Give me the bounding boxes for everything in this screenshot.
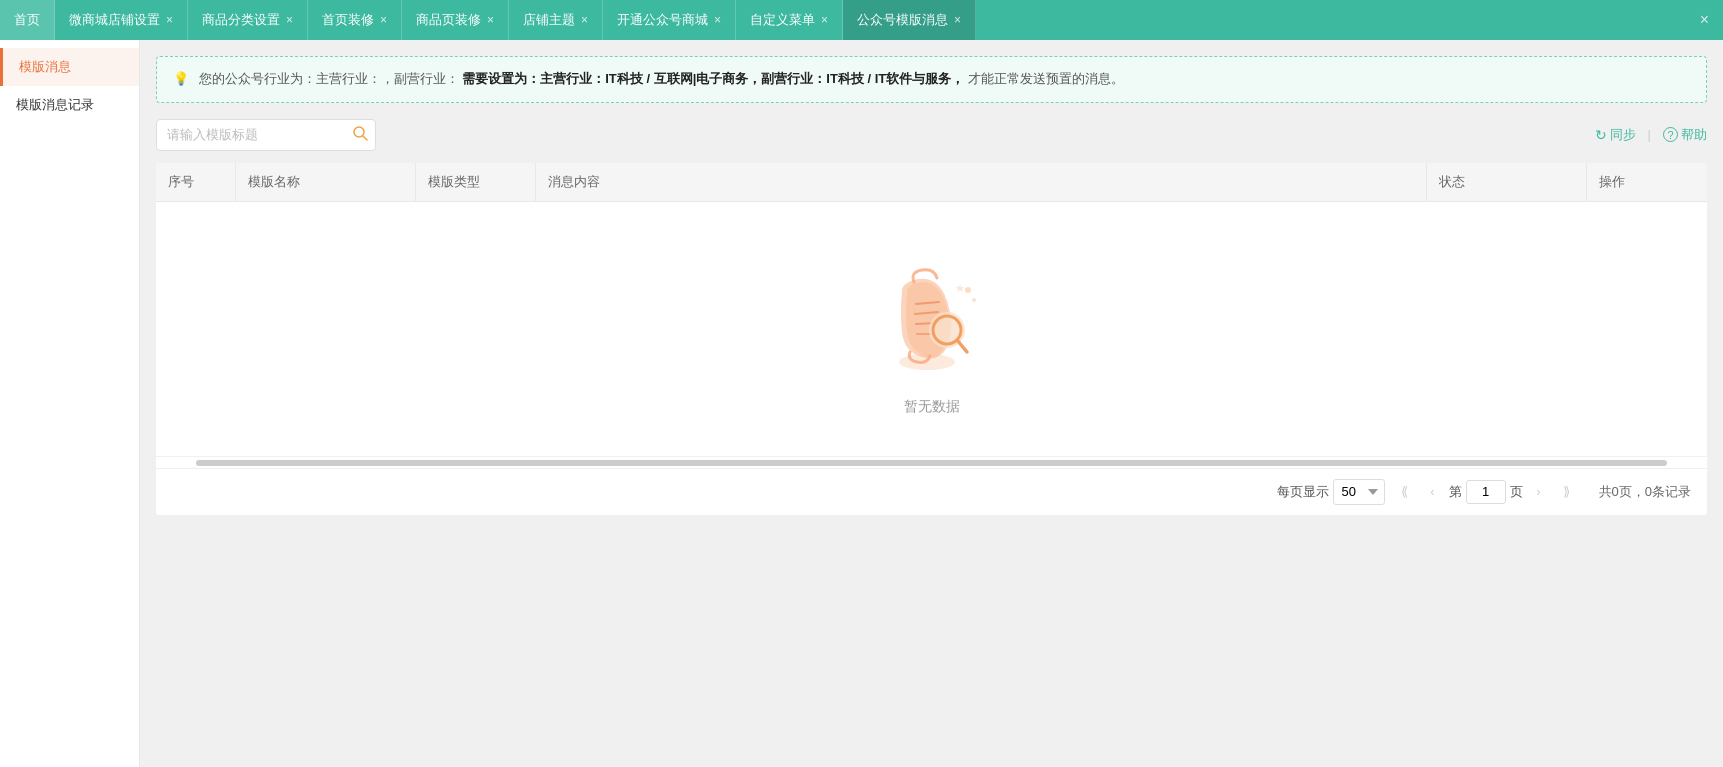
col-header-name: 模版名称 [236,163,416,201]
svg-line-1 [363,136,367,140]
main-layout: 模版消息 模版消息记录 💡 您的公众号行业为：主营行业：，副营行业： 需要设置为… [0,40,1723,767]
empty-state: 暂无数据 [156,202,1707,456]
search-icon[interactable] [353,126,368,144]
nav-tab-open-mall[interactable]: 开通公众号商城 × [603,0,736,40]
nav-tab-custom-menu[interactable]: 自定义菜单 × [736,0,843,40]
empty-illustration [872,262,992,382]
scroll-bar[interactable] [156,456,1707,468]
page-first-button[interactable]: ⟪ [1393,480,1417,504]
close-open-mall-icon[interactable]: × [714,13,721,27]
page-nav: ⟪ ‹ 第 页 › ⟫ [1393,480,1579,504]
col-header-type: 模版类型 [416,163,536,201]
close-theme-icon[interactable]: × [581,13,588,27]
scroll-thumb[interactable] [196,460,1667,466]
col-header-content: 消息内容 [536,163,1427,201]
search-input-wrap [156,119,376,151]
nav-tab-home[interactable]: 首页 [0,0,55,40]
table: 序号 模版名称 模版类型 消息内容 状态 操作 [156,163,1707,515]
sync-button[interactable]: ↻ 同步 [1595,126,1636,144]
nav-tab-template-msg[interactable]: 公众号模版消息 × [843,0,976,40]
sidebar: 模版消息 模版消息记录 [0,40,140,767]
sync-icon: ↻ [1595,127,1607,143]
page-prev-button[interactable]: ‹ [1421,480,1445,504]
divider: | [1644,127,1655,142]
close-custom-menu-icon[interactable]: × [821,13,828,27]
nav-tab-product-decor[interactable]: 商品页装修 × [402,0,509,40]
nav-tab-homepage-decor[interactable]: 首页装修 × [308,0,402,40]
empty-text: 暂无数据 [904,398,960,416]
close-product-decor-icon[interactable]: × [487,13,494,27]
svg-point-11 [972,298,976,302]
close-all-button[interactable]: × [1686,11,1723,29]
col-header-status: 状态 [1427,163,1587,201]
search-bar: ↻ 同步 | ? 帮助 [156,119,1707,151]
nav-tab-category[interactable]: 商品分类设置 × [188,0,308,40]
content-area: 💡 您的公众号行业为：主营行业：，副营行业： 需要设置为：主营行业：IT科技 /… [140,40,1723,767]
page-size-dropdown[interactable]: 50 10 20 100 [1333,479,1385,505]
search-right: ↻ 同步 | ? 帮助 [1595,126,1707,144]
page-number-input[interactable] [1466,480,1506,504]
nav-tab-theme[interactable]: 店铺主题 × [509,0,603,40]
close-store-settings-icon[interactable]: × [166,13,173,27]
search-input[interactable] [156,119,376,151]
svg-line-9 [957,340,967,352]
notice-icon: 💡 [173,71,189,86]
col-header-index: 序号 [156,163,236,201]
sidebar-item-template-msg-log[interactable]: 模版消息记录 [0,86,139,124]
pagination: 每页显示 50 10 20 100 ⟪ ‹ 第 页 › ⟫ [156,468,1707,515]
svg-point-10 [965,287,971,293]
page-total: 共0页，0条记录 [1599,483,1691,501]
sidebar-item-template-msg[interactable]: 模版消息 [0,48,139,86]
table-header: 序号 模版名称 模版类型 消息内容 状态 操作 [156,163,1707,202]
close-template-msg-icon[interactable]: × [954,13,961,27]
top-nav: 首页 微商城店铺设置 × 商品分类设置 × 首页装修 × 商品页装修 × 店铺主… [0,0,1723,40]
close-homepage-decor-icon[interactable]: × [380,13,387,27]
notice-box: 💡 您的公众号行业为：主营行业：，副营行业： 需要设置为：主营行业：IT科技 /… [156,56,1707,103]
search-left [156,119,376,151]
page-size-select: 每页显示 50 10 20 100 [1277,479,1385,505]
page-last-button[interactable]: ⟫ [1555,480,1579,504]
close-category-icon[interactable]: × [286,13,293,27]
col-header-action: 操作 [1587,163,1707,201]
page-next-button[interactable]: › [1527,480,1551,504]
help-button[interactable]: ? 帮助 [1663,126,1707,144]
help-icon: ? [1663,127,1678,142]
nav-tab-store-settings[interactable]: 微商城店铺设置 × [55,0,188,40]
